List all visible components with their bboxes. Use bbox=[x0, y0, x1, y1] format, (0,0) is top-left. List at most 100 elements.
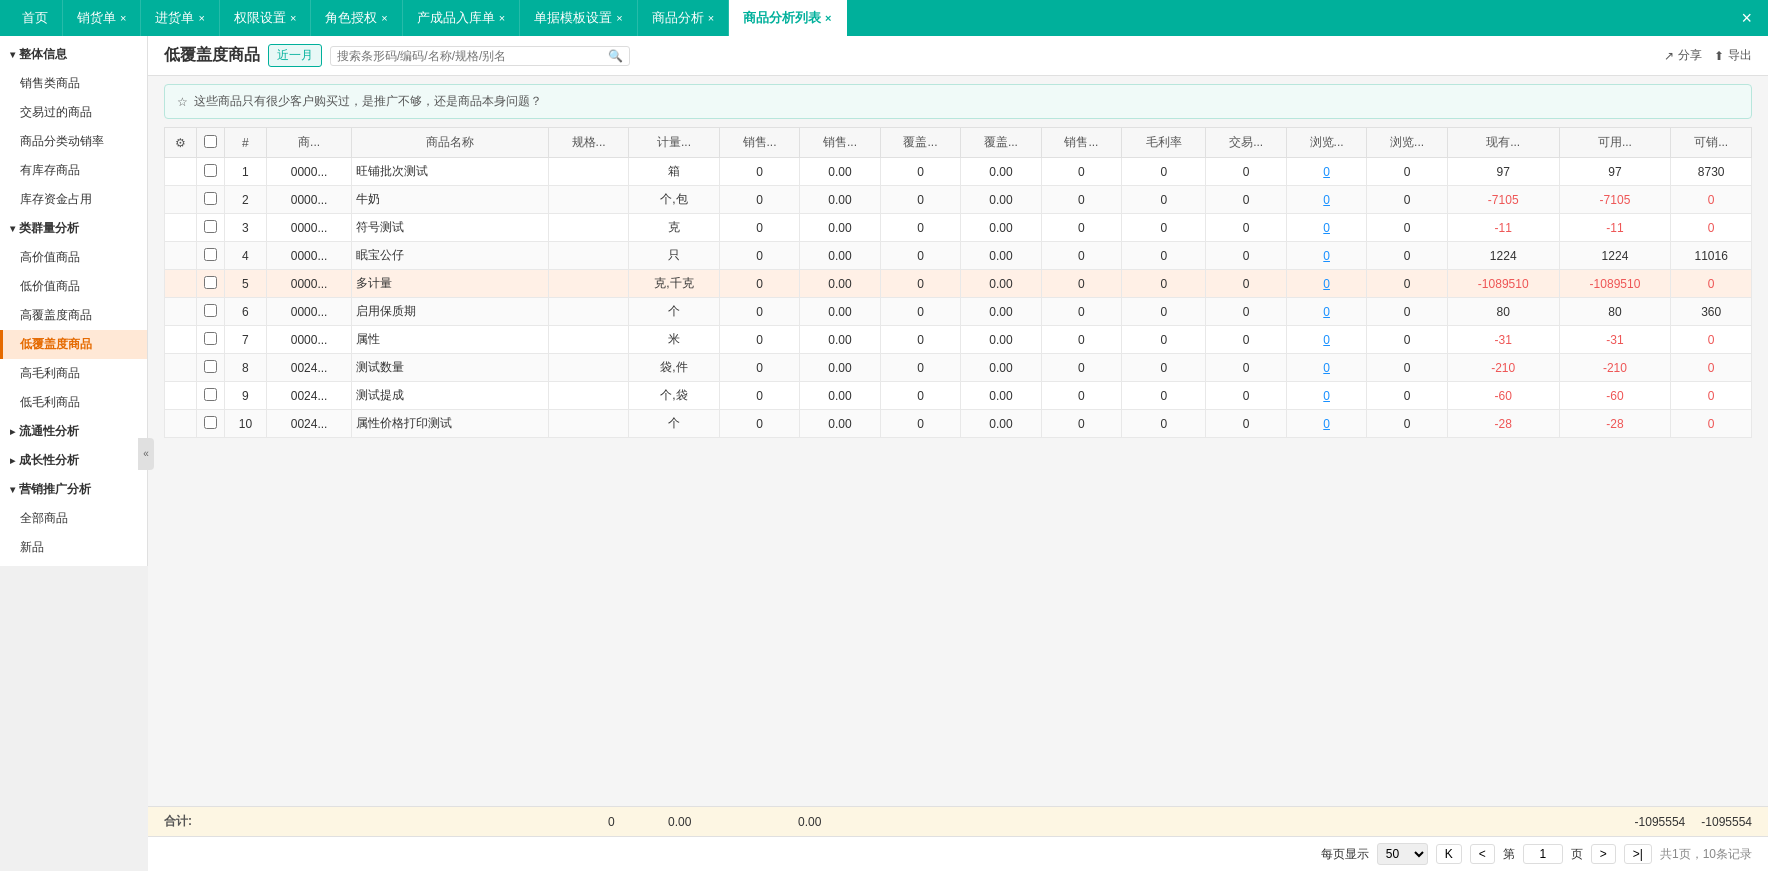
cell-checkbox[interactable] bbox=[197, 158, 225, 186]
nav-home[interactable]: 首页 bbox=[8, 0, 63, 36]
browse-link[interactable]: 0 bbox=[1323, 277, 1330, 291]
browse-link[interactable]: 0 bbox=[1323, 193, 1330, 207]
sidebar-item-high-margin[interactable]: 高毛利商品 bbox=[0, 359, 147, 388]
cell-sales-amt: 0.00 bbox=[800, 158, 880, 186]
row-checkbox[interactable] bbox=[204, 332, 217, 345]
nav-sales[interactable]: 销货单 × bbox=[63, 0, 141, 36]
cell-no: 10 bbox=[225, 410, 267, 438]
last-page-button[interactable]: >| bbox=[1624, 844, 1652, 864]
cell-gross: 0 bbox=[1122, 214, 1206, 242]
row-checkbox[interactable] bbox=[204, 248, 217, 261]
cell-checkbox[interactable] bbox=[197, 410, 225, 438]
nav-close-roles[interactable]: × bbox=[381, 12, 387, 24]
page-number-input[interactable] bbox=[1523, 844, 1563, 864]
sidebar-item-high-value[interactable]: 高价值商品 bbox=[0, 243, 147, 272]
nav-close-purchase[interactable]: × bbox=[198, 12, 204, 24]
cell-checkbox[interactable] bbox=[197, 382, 225, 410]
cell-spec bbox=[548, 382, 628, 410]
row-checkbox[interactable] bbox=[204, 416, 217, 429]
nav-close-production[interactable]: × bbox=[499, 12, 505, 24]
cell-no: 4 bbox=[225, 242, 267, 270]
cell-spec bbox=[548, 410, 628, 438]
cell-checkbox[interactable] bbox=[197, 186, 225, 214]
cell-code: 0000... bbox=[266, 186, 352, 214]
cell-checkbox[interactable] bbox=[197, 270, 225, 298]
nav-analysis[interactable]: 商品分析 × bbox=[638, 0, 729, 36]
sidebar-item-stock-capital[interactable]: 库存资金占用 bbox=[0, 185, 147, 214]
sidebar-item-low-margin[interactable]: 低毛利商品 bbox=[0, 388, 147, 417]
cell-checkbox[interactable] bbox=[197, 242, 225, 270]
sidebar-item-traded-goods[interactable]: 交易过的商品 bbox=[0, 98, 147, 127]
browse-link[interactable]: 0 bbox=[1323, 165, 1330, 179]
nav-close-analysis-list[interactable]: × bbox=[825, 12, 831, 24]
browse-link[interactable]: 0 bbox=[1323, 249, 1330, 263]
browse-link[interactable]: 0 bbox=[1323, 305, 1330, 319]
row-checkbox[interactable] bbox=[204, 360, 217, 373]
window-close-button[interactable]: × bbox=[1733, 8, 1760, 29]
row-checkbox[interactable] bbox=[204, 388, 217, 401]
cell-checkbox[interactable] bbox=[197, 326, 225, 354]
nav-analysis-list[interactable]: 商品分析列表 × bbox=[729, 0, 846, 36]
table-row: 6 0000... 启用保质期 个 0 0.00 0 0.00 0 0 0 0 … bbox=[165, 298, 1752, 326]
sidebar-group-overall[interactable]: ▾ 整体信息 bbox=[0, 40, 147, 69]
row-checkbox[interactable] bbox=[204, 192, 217, 205]
sidebar-item-category-rate[interactable]: 商品分类动销率 bbox=[0, 127, 147, 156]
browse-link[interactable]: 0 bbox=[1323, 417, 1330, 431]
cell-checkbox[interactable] bbox=[197, 298, 225, 326]
filter-button[interactable]: 近一月 bbox=[268, 44, 322, 67]
row-checkbox[interactable] bbox=[204, 304, 217, 317]
prev-page-button[interactable]: < bbox=[1470, 844, 1495, 864]
cell-spec bbox=[548, 270, 628, 298]
sidebar-group-liquidity[interactable]: ▸ 流通性分析 bbox=[0, 417, 147, 446]
sidebar-item-all-goods[interactable]: 全部商品 bbox=[0, 504, 147, 533]
next-page-button[interactable]: > bbox=[1591, 844, 1616, 864]
cell-checkbox[interactable] bbox=[197, 214, 225, 242]
nav-permissions[interactable]: 权限设置 × bbox=[220, 0, 311, 36]
cell-cov2: 0.00 bbox=[961, 214, 1041, 242]
cell-checkbox[interactable] bbox=[197, 354, 225, 382]
nav-close-analysis[interactable]: × bbox=[708, 12, 714, 24]
browse-link[interactable]: 0 bbox=[1323, 221, 1330, 235]
nav-close-template[interactable]: × bbox=[616, 12, 622, 24]
cell-name: 测试提成 bbox=[352, 382, 548, 410]
sidebar-item-low-value[interactable]: 低价值商品 bbox=[0, 272, 147, 301]
select-all-checkbox[interactable] bbox=[204, 135, 217, 148]
sidebar-item-low-coverage[interactable]: 低覆盖度商品 bbox=[0, 330, 147, 359]
nav-close-sales[interactable]: × bbox=[120, 12, 126, 24]
nav-roles[interactable]: 角色授权 × bbox=[311, 0, 402, 36]
sidebar-collapse-button[interactable]: « bbox=[138, 438, 154, 470]
nav-production[interactable]: 产成品入库单 × bbox=[403, 0, 520, 36]
sidebar-item-new-goods[interactable]: 新品 bbox=[0, 533, 147, 562]
first-page-button[interactable]: K bbox=[1436, 844, 1462, 864]
browse-link[interactable]: 0 bbox=[1323, 389, 1330, 403]
cell-cov1: 0 bbox=[880, 186, 960, 214]
row-checkbox[interactable] bbox=[204, 164, 217, 177]
row-checkbox[interactable] bbox=[204, 276, 217, 289]
cell-trade: 0 bbox=[1206, 186, 1286, 214]
cell-gross: 0 bbox=[1122, 270, 1206, 298]
cell-sales3: 0 bbox=[1041, 270, 1121, 298]
row-checkbox[interactable] bbox=[204, 220, 217, 233]
export-icon: ⬆ bbox=[1714, 49, 1724, 63]
nav-purchase[interactable]: 进货单 × bbox=[141, 0, 219, 36]
browse-link[interactable]: 0 bbox=[1323, 333, 1330, 347]
sidebar-item-in-stock[interactable]: 有库存商品 bbox=[0, 156, 147, 185]
search-input[interactable] bbox=[337, 49, 604, 63]
sidebar-item-sales-goods[interactable]: 销售类商品 bbox=[0, 69, 147, 98]
export-button[interactable]: ⬆ 导出 bbox=[1714, 47, 1752, 64]
per-page-select[interactable]: 50 10 20 100 bbox=[1377, 843, 1428, 865]
col-settings[interactable]: ⚙ bbox=[165, 128, 197, 158]
cell-spec bbox=[548, 326, 628, 354]
cell-sellable: 0 bbox=[1671, 354, 1752, 382]
nav-close-permissions[interactable]: × bbox=[290, 12, 296, 24]
nav-template[interactable]: 单据模板设置 × bbox=[520, 0, 637, 36]
sidebar-group-growth[interactable]: ▸ 成长性分析 bbox=[0, 446, 147, 475]
sidebar-group-cluster[interactable]: ▾ 类群量分析 bbox=[0, 214, 147, 243]
cell-cov1: 0 bbox=[880, 298, 960, 326]
share-button[interactable]: ↗ 分享 bbox=[1664, 47, 1702, 64]
cell-browse1: 0 bbox=[1286, 242, 1366, 270]
col-number: # bbox=[225, 128, 267, 158]
sidebar-item-high-coverage[interactable]: 高覆盖度商品 bbox=[0, 301, 147, 330]
sidebar-group-marketing[interactable]: ▾ 营销推广分析 bbox=[0, 475, 147, 504]
browse-link[interactable]: 0 bbox=[1323, 361, 1330, 375]
